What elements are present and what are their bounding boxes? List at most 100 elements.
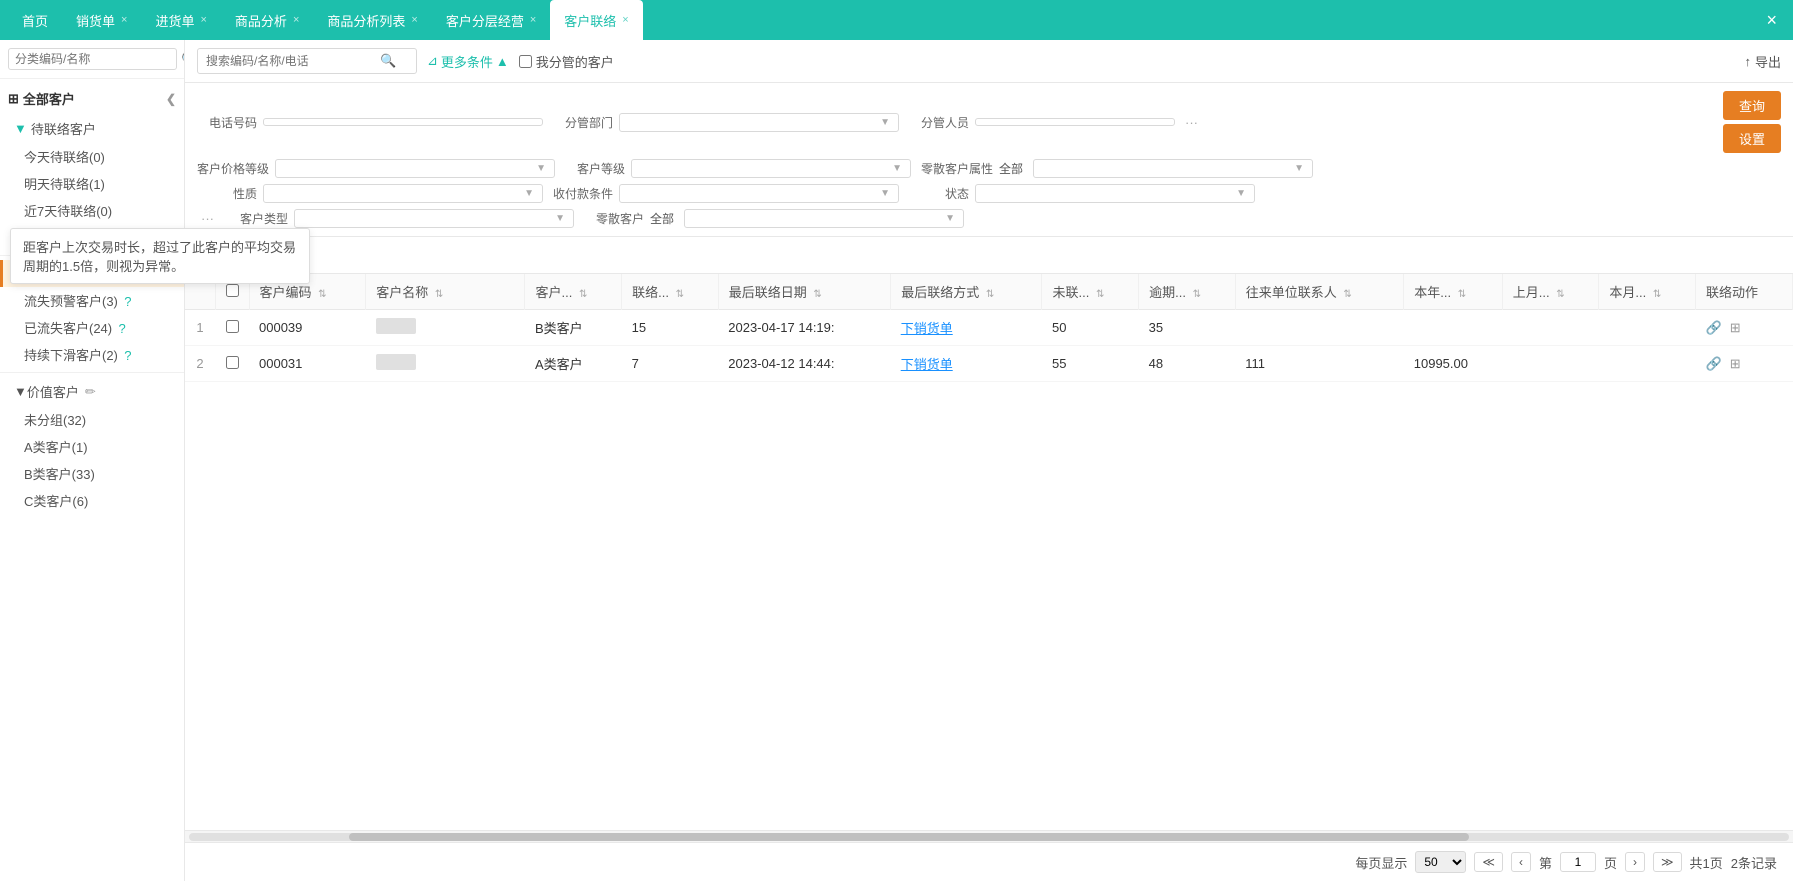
row-checkbox-1[interactable]: [215, 310, 249, 346]
first-page-btn[interactable]: ≪: [1474, 852, 1503, 872]
horizontal-scrollbar[interactable]: [185, 830, 1793, 842]
manager-select[interactable]: [975, 118, 1175, 126]
customer-level-label: 客户等级: [565, 160, 625, 177]
query-button[interactable]: 查询: [1723, 91, 1781, 120]
nav-customer-contact-close[interactable]: ×: [622, 14, 628, 26]
sidebar-declining-customers[interactable]: 持续下滑客户(2) ?: [0, 341, 184, 368]
per-page-select[interactable]: 50 100: [1415, 851, 1466, 873]
nav-purchase-close[interactable]: ×: [200, 14, 206, 26]
my-customers-checkbox[interactable]: 我分管的客户: [519, 52, 614, 71]
grid-icon-1[interactable]: ⊞: [1730, 320, 1741, 336]
link-icon-2[interactable]: 🔗: [1706, 356, 1722, 372]
prev-page-btn[interactable]: ‹: [1511, 852, 1531, 872]
tooltip-box: 距客户上次交易时长，超过了此客户的平均交易周期的1.5倍，则视为异常。: [185, 228, 310, 284]
window-close-btn[interactable]: ×: [1758, 10, 1785, 31]
th-last-month[interactable]: 上月... ⇅: [1502, 274, 1599, 310]
sidebar-value-group[interactable]: ▼ 价值客户 ✏: [0, 377, 184, 406]
th-last-date[interactable]: 最后联络日期 ⇅: [718, 274, 890, 310]
nav-customer-contact[interactable]: 客户联络 ×: [550, 0, 642, 40]
retail-customer-label: 零散客户: [584, 210, 644, 227]
row-checkbox-2[interactable]: [215, 346, 249, 382]
th-action: 联络动作: [1696, 274, 1793, 310]
sidebar-pending-7days[interactable]: 近7天待联络(0): [0, 197, 184, 224]
row-code-1[interactable]: 000039: [249, 310, 366, 346]
row4-dots[interactable]: ···: [197, 211, 218, 226]
filter-row-4: ··· 客户类型 ▼ 零散客户 全部 ▼: [197, 209, 1781, 228]
sidebar-all-customers[interactable]: ⊞ 全部客户 ❮: [0, 83, 184, 114]
customer-level-arrow: ▼: [892, 163, 902, 174]
sidebar-lost-warning[interactable]: 流失预警客户(3) ?: [0, 287, 184, 314]
status-select[interactable]: ▼: [975, 184, 1255, 203]
total-records: 2条记录: [1731, 853, 1777, 872]
select-all-checkbox[interactable]: [226, 284, 239, 297]
row-method-1[interactable]: 下销货单: [891, 310, 1042, 346]
next-page-btn[interactable]: ›: [1625, 852, 1645, 872]
retail-customer-select[interactable]: ▼: [684, 209, 964, 228]
sidebar-search-input[interactable]: [8, 48, 177, 70]
th-contacts-person[interactable]: 往来单位联系人 ⇅: [1235, 274, 1404, 310]
sidebar-lost-customers[interactable]: 已流失客户(24) ?: [0, 314, 184, 341]
my-customers-check[interactable]: [519, 55, 532, 68]
th-this-month[interactable]: 本月... ⇅: [1599, 274, 1696, 310]
th-this-year[interactable]: 本年... ⇅: [1404, 274, 1502, 310]
sidebar-collapse-btn[interactable]: ❮: [166, 92, 176, 106]
nav-purchase[interactable]: 进货单 ×: [141, 0, 220, 40]
price-level-select[interactable]: ▼: [275, 159, 555, 178]
grid-icon-2[interactable]: ⊞: [1730, 356, 1741, 372]
sort-method-icon: ⇅: [986, 289, 994, 300]
nav-sales-close[interactable]: ×: [121, 14, 127, 26]
row-check-1[interactable]: [226, 320, 239, 333]
table-scroll[interactable]: 客户编码 ⇅ 客户名称 ⇅ 客户... ⇅: [185, 274, 1793, 830]
sidebar-a-class[interactable]: A类客户(1): [0, 433, 184, 460]
sidebar-pending-today[interactable]: 今天待联络(0): [0, 143, 184, 170]
nav-product-list[interactable]: 商品分析列表 ×: [313, 0, 431, 40]
gender-select[interactable]: ▼: [263, 184, 543, 203]
customer-level-select[interactable]: ▼: [631, 159, 911, 178]
scroll-thumb[interactable]: [349, 833, 1469, 841]
sidebar-pending-tomorrow[interactable]: 明天待联络(1): [0, 170, 184, 197]
edit-icon[interactable]: ✏: [85, 384, 96, 400]
manager-dots[interactable]: ···: [1181, 115, 1202, 130]
phone-label: 电话号码: [197, 114, 257, 131]
nav-sales[interactable]: 销货单 ×: [62, 0, 141, 40]
th-overdue[interactable]: 逾期... ⇅: [1139, 274, 1236, 310]
sidebar-c-class[interactable]: C类客户(6): [0, 487, 184, 514]
row-check-2[interactable]: [226, 356, 239, 369]
nav-product-close[interactable]: ×: [293, 14, 299, 26]
retail-attr-arrow: ▼: [1294, 163, 1304, 174]
dept-select[interactable]: ▼: [619, 113, 899, 132]
nav-product-analysis[interactable]: 商品分析 ×: [221, 0, 313, 40]
sidebar-ungroup-label: 未分组(32): [24, 413, 86, 428]
scroll-track[interactable]: [189, 833, 1789, 841]
th-contact-count[interactable]: 联络... ⇅: [622, 274, 719, 310]
th-uncontacted[interactable]: 未联... ⇅: [1042, 274, 1139, 310]
more-conditions-btn[interactable]: ⊿ 更多条件 ▲: [427, 52, 509, 71]
last-page-btn[interactable]: ≫: [1653, 852, 1682, 872]
dept-label: 分管部门: [553, 114, 613, 131]
sidebar-ungroup[interactable]: 未分组(32): [0, 406, 184, 433]
row-method-2[interactable]: 下销货单: [891, 346, 1042, 382]
retail-attr-select[interactable]: ▼: [1033, 159, 1313, 178]
main-search-input[interactable]: [206, 54, 376, 68]
row-uncontacted-1: 50: [1042, 310, 1139, 346]
customer-type-select[interactable]: ▼: [294, 209, 574, 228]
nav-customer-segment-close[interactable]: ×: [530, 14, 536, 26]
page-input[interactable]: [1560, 852, 1596, 872]
nav-customer-segment[interactable]: 客户分层经营 ×: [432, 0, 550, 40]
row-code-2[interactable]: 000031: [249, 346, 366, 382]
th-type[interactable]: 客户... ⇅: [525, 274, 622, 310]
nav-product-list-close[interactable]: ×: [411, 14, 417, 26]
settings-button[interactable]: 设置: [1723, 124, 1781, 153]
th-last-method[interactable]: 最后联络方式 ⇅: [891, 274, 1042, 310]
payment-select[interactable]: ▼: [619, 184, 899, 203]
sort-date-icon: ⇅: [813, 289, 821, 300]
phone-input[interactable]: [263, 118, 543, 126]
th-this-year-label: 本年...: [1414, 285, 1451, 300]
sidebar-pending-group[interactable]: ▼ 待联络客户: [0, 114, 184, 143]
link-icon-1[interactable]: 🔗: [1706, 320, 1722, 336]
sidebar-b-class[interactable]: B类客户(33): [0, 460, 184, 487]
th-name[interactable]: 客户名称 ⇅: [366, 274, 525, 310]
nav-home[interactable]: 首页: [8, 0, 62, 40]
export-btn[interactable]: ↑ 导出: [1744, 52, 1781, 71]
search-icon[interactable]: 🔍: [380, 53, 396, 69]
